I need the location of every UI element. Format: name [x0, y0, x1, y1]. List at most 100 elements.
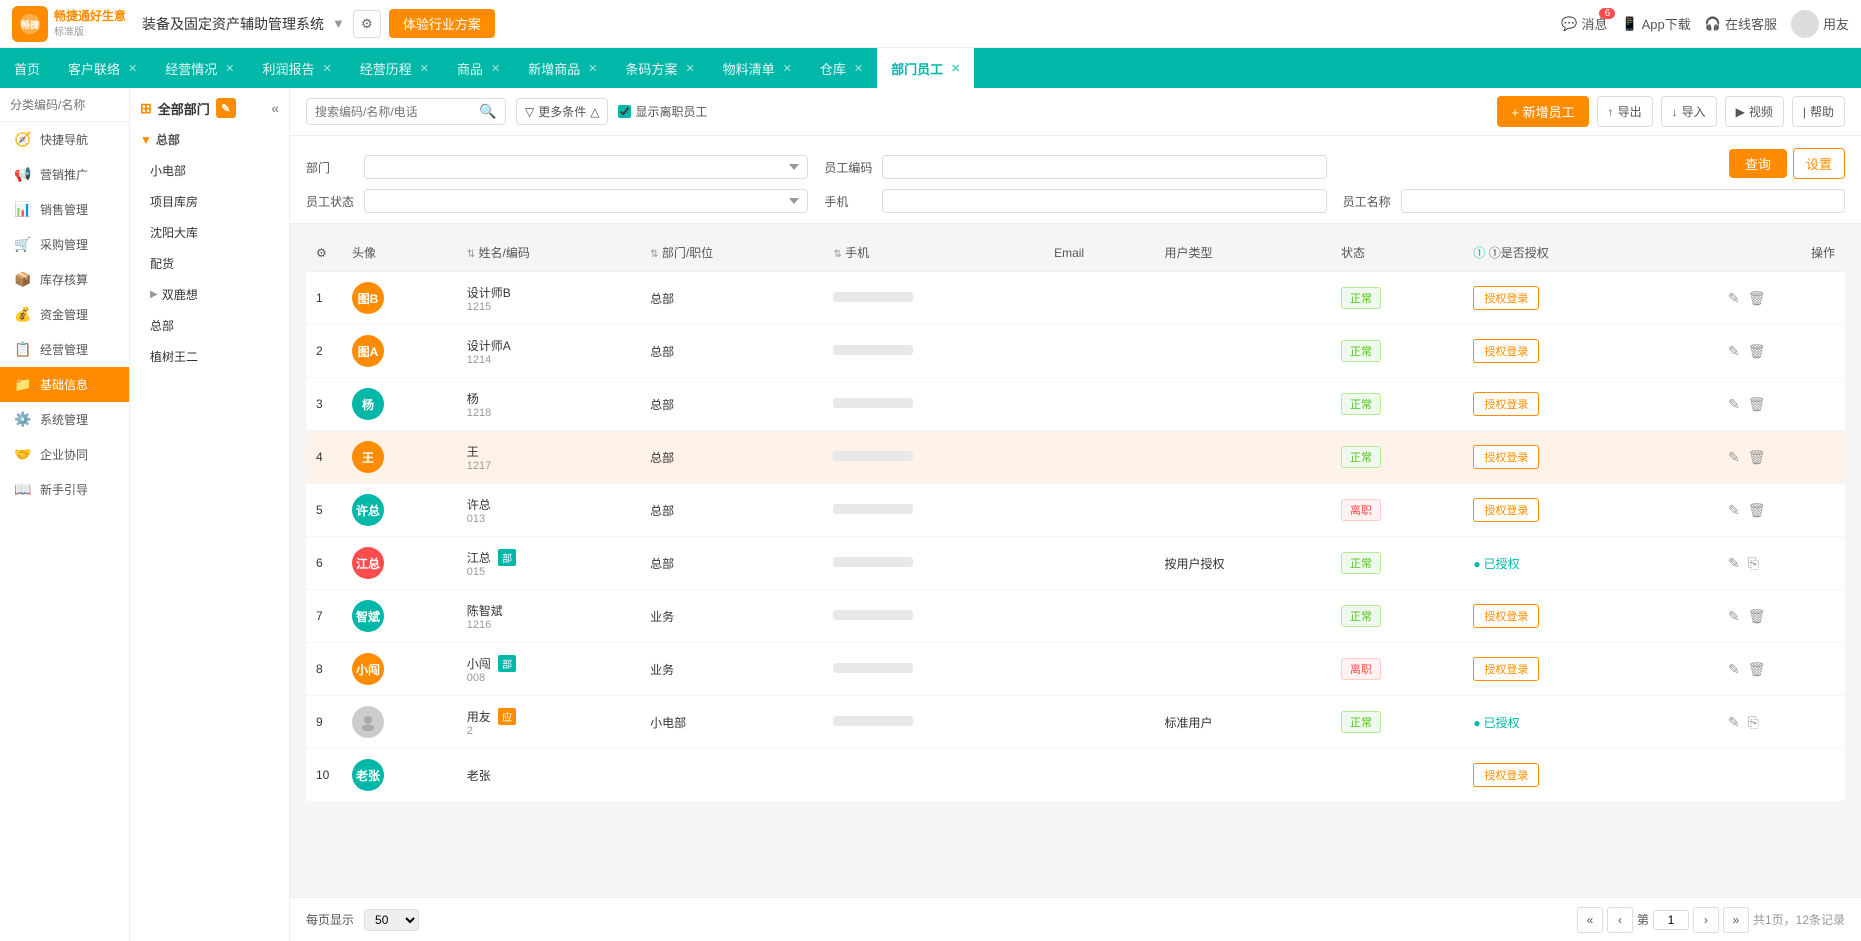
add-employee-button[interactable]: + 新增员工 [1497, 96, 1588, 127]
auth-login-button[interactable]: 授权登录 [1473, 604, 1539, 628]
nav-item-sales[interactable]: 📊 销售管理 [0, 192, 129, 227]
help-button[interactable]: | 帮助 [1792, 96, 1845, 127]
dept-item-peihuo[interactable]: 配货 [130, 248, 289, 279]
dept-sort-icon[interactable]: ⇅ [650, 249, 658, 260]
nav-close-barcode[interactable]: ✕ [685, 62, 694, 75]
app-download-button[interactable]: 📱 App下载 [1621, 14, 1690, 33]
query-button[interactable]: 查询 [1729, 149, 1787, 178]
dept-collapse-button[interactable]: « [271, 100, 279, 116]
system-caret-icon[interactable]: ▼ [332, 16, 345, 31]
prev-page-button[interactable]: ‹ [1607, 907, 1633, 933]
nav-item-operations[interactable]: 经营情况 ✕ [151, 48, 248, 88]
edit-icon[interactable]: ✎ [1728, 608, 1740, 625]
more-conditions-button[interactable]: ▽ 更多条件 △ [516, 98, 608, 125]
auth-login-button[interactable]: 授权登录 [1473, 445, 1539, 469]
auth-login-button[interactable]: 授权登录 [1473, 286, 1539, 310]
page-size-select[interactable]: 50 10 20 100 [364, 909, 419, 931]
show-resigned-checkbox[interactable]: 显示离职员工 [618, 103, 707, 120]
edit-icon[interactable]: ✎ [1728, 449, 1740, 466]
export-button[interactable]: ↑ 导出 [1597, 96, 1653, 127]
nav-close-department[interactable]: ✕ [951, 62, 960, 75]
auth-login-button[interactable]: 授权登录 [1473, 498, 1539, 522]
dept-item-project[interactable]: 项目库房 [130, 186, 289, 217]
nav-item-barcode[interactable]: 条码方案 ✕ [611, 48, 708, 88]
nav-item-basic-info[interactable]: 📁 基础信息 [0, 367, 129, 402]
nav-item-inventory[interactable]: 📦 库存核算 [0, 262, 129, 297]
nav-item-finance[interactable]: 💰 资金管理 [0, 297, 129, 332]
delete-icon[interactable]: 🗑 [1748, 449, 1766, 466]
dept-item-shuanglu[interactable]: ▶ 双鹿想 [130, 279, 289, 310]
delete-icon[interactable]: 🗑 [1748, 343, 1766, 360]
nav-close-profit[interactable]: ✕ [323, 62, 332, 75]
nav-item-system[interactable]: ⚙️ 系统管理 [0, 402, 129, 437]
nav-item-management[interactable]: 📋 经营管理 [0, 332, 129, 367]
nav-item-profit[interactable]: 利润报告 ✕ [248, 48, 345, 88]
edit-icon[interactable]: ✎ [1728, 714, 1740, 731]
filter-code-input[interactable] [882, 155, 1326, 179]
dept-item-shenyang[interactable]: 沈阳大库 [130, 217, 289, 248]
delete-icon[interactable]: 🗑 [1748, 608, 1766, 625]
dept-item-xiaodian[interactable]: 小电部 [130, 155, 289, 186]
dept-item-zongbu[interactable]: 总部 [130, 310, 289, 341]
nav-item-journey[interactable]: 经营历程 ✕ [346, 48, 443, 88]
phone-sort-icon[interactable]: ⇅ [833, 249, 841, 260]
nav-item-guide[interactable]: 📖 新手引导 [0, 472, 129, 507]
edit-icon[interactable]: ✎ [1728, 502, 1740, 519]
nav-item-bom[interactable]: 物料清单 ✕ [709, 48, 806, 88]
nav-item-marketing[interactable]: 📢 营销推广 [0, 157, 129, 192]
sort-icon[interactable]: ⇅ [467, 249, 475, 260]
dept-edit-button[interactable]: ✎ [216, 98, 236, 118]
filter-name-input[interactable] [1401, 189, 1845, 213]
auth-login-button[interactable]: 授权登录 [1473, 657, 1539, 681]
trial-button[interactable]: 体验行业方案 [389, 9, 495, 38]
nav-close-bom[interactable]: ✕ [783, 62, 792, 75]
user-area[interactable]: 用友 [1791, 10, 1849, 38]
nav-item-goods[interactable]: 商品 ✕ [443, 48, 514, 88]
left-nav-search-input[interactable] [10, 98, 130, 112]
copy-icon[interactable]: ⎘ [1748, 555, 1759, 572]
filter-search-input[interactable] [315, 105, 475, 119]
edit-icon[interactable]: ✎ [1728, 343, 1740, 360]
nav-item-purchase[interactable]: 🛒 采购管理 [0, 227, 129, 262]
dept-group-head[interactable]: ▼ 总部 [130, 124, 289, 155]
auth-login-button[interactable]: 授权登录 [1473, 763, 1539, 787]
filter-phone-input[interactable] [882, 189, 1326, 213]
nav-close-warehouse[interactable]: ✕ [854, 62, 863, 75]
view-button[interactable]: ▶ 视频 [1725, 96, 1784, 127]
nav-close-operations[interactable]: ✕ [225, 62, 234, 75]
filter-dept-select[interactable] [364, 155, 808, 179]
reset-button[interactable]: 设置 [1793, 148, 1845, 179]
delete-icon[interactable]: 🗑 [1748, 661, 1766, 678]
import-button[interactable]: ↓ 导入 [1661, 96, 1717, 127]
nav-item-department[interactable]: 部门员工 ✕ [877, 48, 974, 88]
first-page-button[interactable]: « [1577, 907, 1603, 933]
show-resigned-input[interactable] [618, 105, 631, 118]
next-page-button[interactable]: › [1693, 907, 1719, 933]
last-page-button[interactable]: » [1723, 907, 1749, 933]
nav-close-journey[interactable]: ✕ [420, 62, 429, 75]
edit-icon[interactable]: ✎ [1728, 290, 1740, 307]
nav-item-customer[interactable]: 客户联络 ✕ [54, 48, 151, 88]
settings-button[interactable]: ⚙ [353, 10, 381, 38]
nav-close-new-goods[interactable]: ✕ [588, 62, 597, 75]
delete-icon[interactable]: 🗑 [1748, 396, 1766, 413]
delete-icon[interactable]: 🗑 [1748, 290, 1766, 307]
filter-status-select[interactable] [364, 189, 808, 213]
edit-icon[interactable]: ✎ [1728, 661, 1740, 678]
message-button[interactable]: 💬 消息 6 [1561, 14, 1607, 33]
edit-icon[interactable]: ✎ [1728, 396, 1740, 413]
nav-item-home[interactable]: 首页 [0, 48, 54, 88]
page-number-input[interactable] [1653, 910, 1689, 930]
nav-item-collab[interactable]: 🤝 企业协同 [0, 437, 129, 472]
nav-item-warehouse[interactable]: 仓库 ✕ [806, 48, 877, 88]
online-service-button[interactable]: 🎧 在线客服 [1705, 14, 1777, 33]
filter-search-icon[interactable]: 🔍 [479, 103, 496, 120]
delete-icon[interactable]: 🗑 [1748, 502, 1766, 519]
auth-login-button[interactable]: 授权登录 [1473, 339, 1539, 363]
dept-item-zhishu[interactable]: 植树王二 [130, 341, 289, 372]
nav-item-new-goods[interactable]: 新增商品 ✕ [514, 48, 611, 88]
nav-close-customer[interactable]: ✕ [128, 62, 137, 75]
col-settings-icon[interactable]: ⚙ [316, 246, 327, 260]
auth-login-button[interactable]: 授权登录 [1473, 392, 1539, 416]
edit-icon[interactable]: ✎ [1728, 555, 1740, 572]
